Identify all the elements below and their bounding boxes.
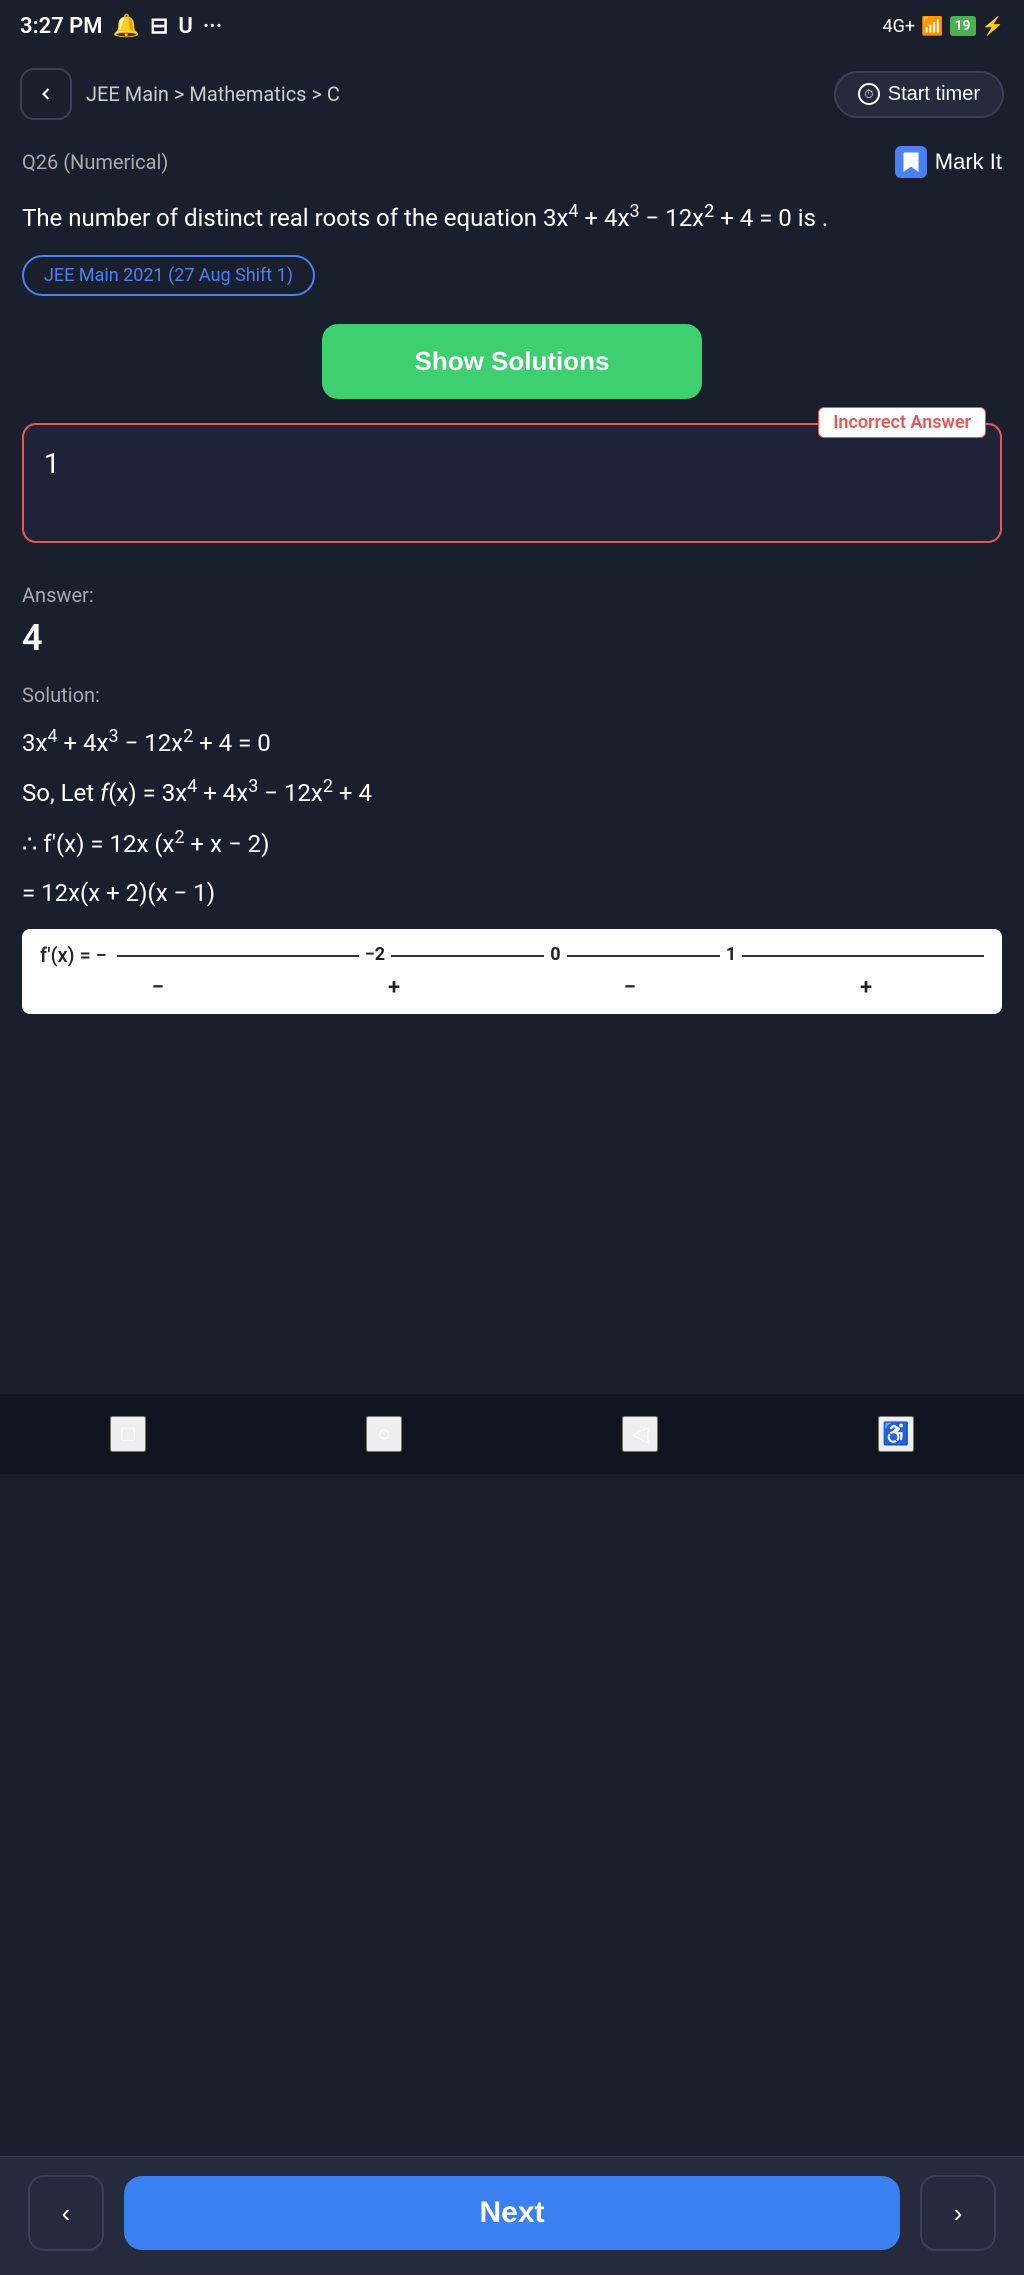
prev-button[interactable]: ‹	[28, 2175, 104, 2251]
accessibility-icon: ♿	[882, 1421, 909, 1447]
next-button[interactable]: Next	[124, 2176, 900, 2250]
solution-math: 3x4 + 4x3 − 12x2 + 4 = 0 So, Let f(x) = …	[22, 721, 1002, 915]
android-nav-bar: □ ○ ◁ ♿	[0, 1394, 1024, 1474]
sign-1: −	[152, 975, 164, 1000]
timer-button[interactable]: ⏱ Start timer	[834, 71, 1004, 118]
android-back-btn[interactable]: ◁	[622, 1416, 658, 1452]
square-icon: □	[121, 1421, 134, 1447]
breadcrumb: JEE Main > Mathematics > C	[86, 82, 820, 106]
answer-value: 4	[22, 617, 1002, 659]
timer-label: Start timer	[888, 83, 980, 106]
battery-level: 19	[955, 18, 971, 34]
answer-input-box[interactable]: 1	[22, 423, 1002, 543]
sim-label: U	[178, 14, 192, 39]
solution-label: Solution:	[22, 683, 1002, 707]
next-arrow-icon: ›	[954, 2198, 963, 2229]
status-bar: 3:27 PM 🔔 ⊟ U ··· 4G+ 📶 19 ⚡	[0, 0, 1024, 52]
sign-4: +	[860, 975, 872, 1000]
bottom-nav: ‹ Next ›	[0, 2156, 1024, 2275]
question-header: Q26 (Numerical) Mark It	[0, 136, 1024, 184]
more-icon: ···	[203, 14, 222, 39]
incorrect-badge: Incorrect Answer	[818, 407, 986, 438]
battery-icon: 19	[950, 16, 976, 36]
answer-label: Answer:	[22, 583, 1002, 607]
status-right: 4G+ 📶 19 ⚡	[882, 16, 1004, 37]
timer-icon: ⏱	[858, 83, 880, 105]
time-display: 3:27 PM	[20, 14, 103, 39]
sign-row: − + − +	[40, 975, 984, 1000]
notification-icon: 🔔	[113, 14, 140, 39]
nl-point-2: −2	[359, 944, 391, 965]
solution-section: Answer: 4 Solution: 3x4 + 4x3 − 12x2 + 4…	[0, 573, 1024, 1034]
solution-line-3: ∴ f′(x) = 12x (x2 + x − 2)	[22, 822, 1002, 866]
nl-point-4: 1	[720, 944, 742, 965]
triangle-icon: ◁	[632, 1421, 649, 1447]
android-square-btn[interactable]: □	[110, 1416, 146, 1452]
number-line-eq-label: f′(x) = −	[40, 943, 107, 967]
user-answer-value: 1	[44, 447, 60, 480]
answer-input-container: Incorrect Answer 1	[22, 423, 1002, 543]
charging-icon: ⚡	[982, 16, 1004, 37]
messages-icon: ⊟	[150, 14, 168, 39]
show-solutions-button[interactable]: Show Solutions	[322, 324, 702, 399]
solution-line-2: So, Let f(x) = 3x4 + 4x3 − 12x2 + 4	[22, 771, 1002, 815]
android-accessibility-btn[interactable]: ♿	[878, 1416, 914, 1452]
nl-point-3: 0	[544, 944, 566, 965]
signal-icon: 📶	[921, 16, 943, 37]
question-text: The number of distinct real roots of the…	[0, 184, 1024, 247]
bookmark-icon	[895, 146, 927, 178]
solution-line-1: 3x4 + 4x3 − 12x2 + 4 = 0	[22, 721, 1002, 765]
mark-it-label: Mark It	[935, 149, 1002, 175]
status-time: 3:27 PM 🔔 ⊟ U ···	[20, 14, 222, 39]
android-home-btn[interactable]: ○	[366, 1416, 402, 1452]
number-line-container: f′(x) = − −2 0 1 − + − +	[22, 929, 1002, 1014]
circle-icon: ○	[377, 1421, 390, 1447]
network-label: 4G+	[882, 16, 915, 37]
solution-line-4: = 12x(x + 2)(x − 1)	[22, 872, 1002, 915]
question-tag: JEE Main 2021 (27 Aug Shift 1)	[22, 255, 315, 296]
sign-3: −	[624, 975, 636, 1000]
back-button[interactable]	[20, 68, 72, 120]
sign-2: +	[388, 975, 400, 1000]
prev-arrow-icon: ‹	[62, 2198, 71, 2229]
question-label: Q26 (Numerical)	[22, 150, 168, 174]
mark-it-button[interactable]: Mark It	[895, 146, 1002, 178]
nav-header: JEE Main > Mathematics > C ⏱ Start timer	[0, 52, 1024, 136]
next-arrow-button[interactable]: ›	[920, 2175, 996, 2251]
